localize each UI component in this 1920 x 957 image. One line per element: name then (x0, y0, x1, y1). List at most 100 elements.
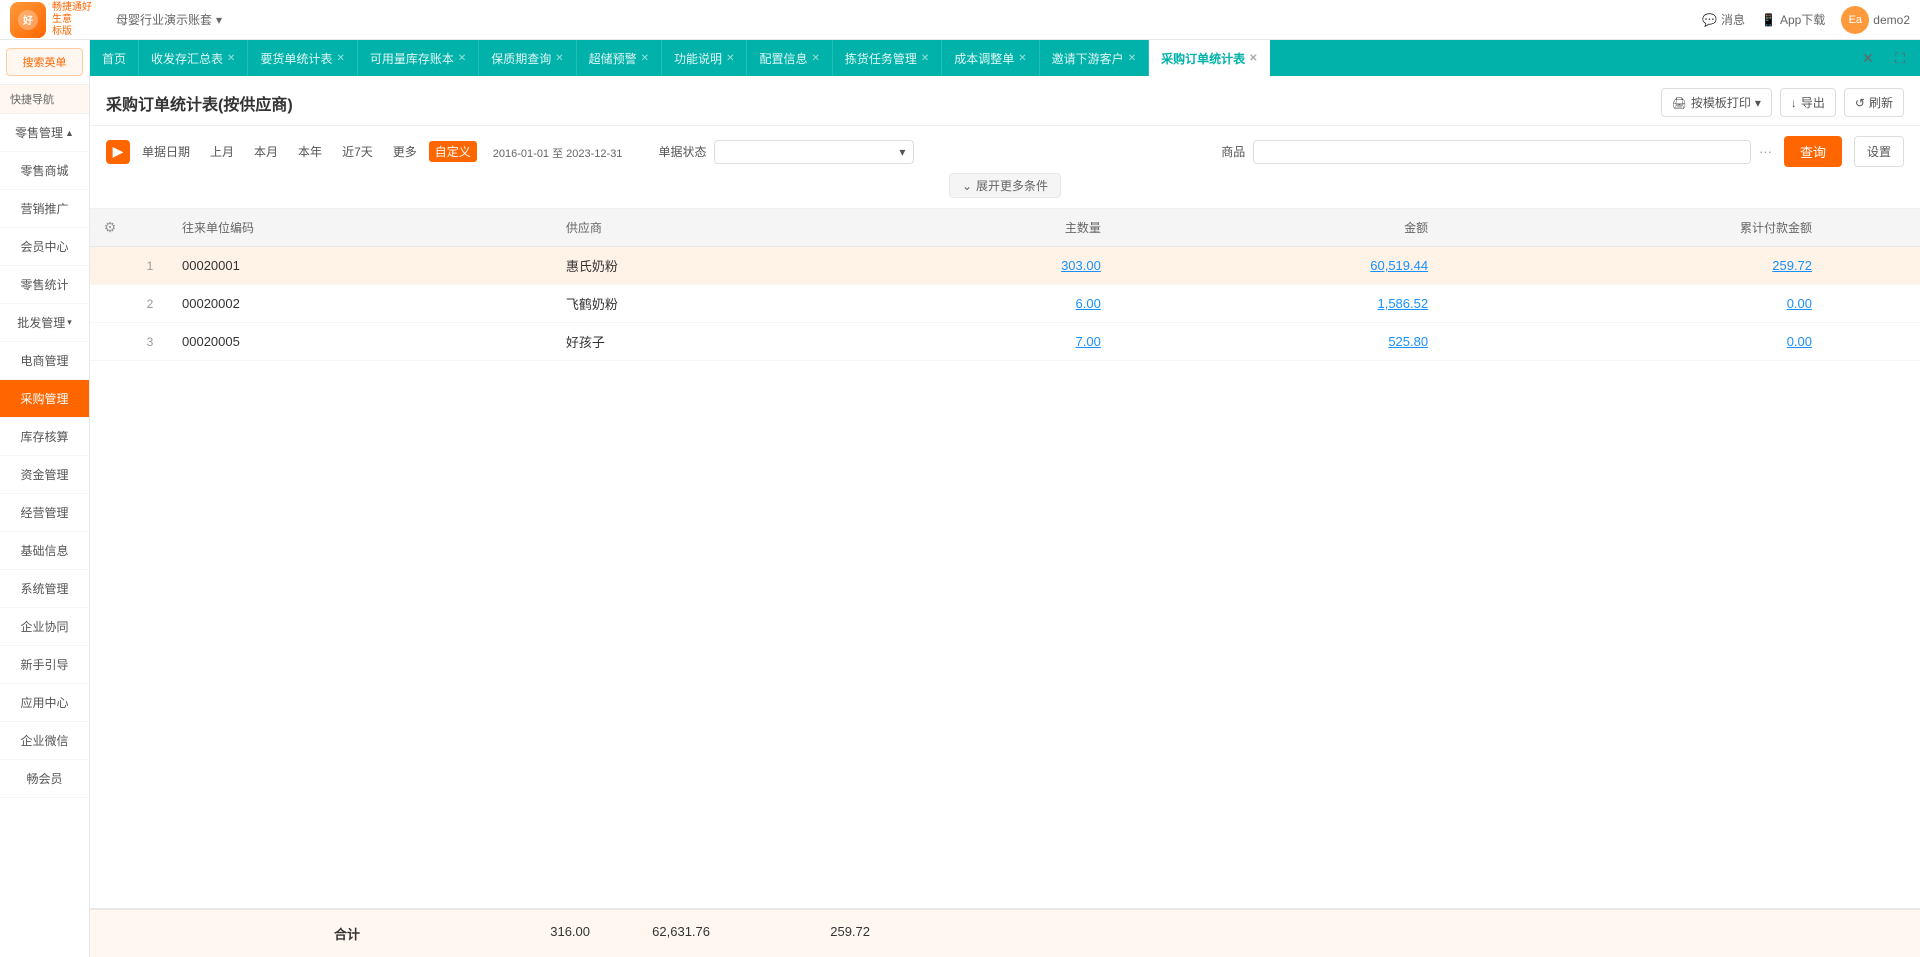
sidebar-item-retail-mall[interactable]: 零售商城 (0, 152, 89, 190)
logo-area: 好 畅捷通好生意 标版 (10, 2, 98, 38)
chevron-down-icon: ⌄ (962, 179, 972, 193)
row-index: 3 (130, 323, 170, 361)
user-profile[interactable]: Ea demo2 (1841, 6, 1910, 34)
nav-tab-overstock[interactable]: 超储预警 ✕ (577, 40, 662, 76)
app-download-button[interactable]: 📱 App下载 (1761, 11, 1825, 28)
nav-tab-home[interactable]: 首页 (90, 40, 139, 76)
sidebar-item-marketing[interactable]: 营销推广 (0, 190, 89, 228)
nav-tab-config[interactable]: 配置信息 ✕ (747, 40, 832, 76)
main-layout: 搜索英单 快捷导航 零售管理 ▲ 零售商城 营销推广 会员中心 零售统计 批发管… (0, 40, 1920, 957)
date-shortcut-more[interactable]: 更多 (385, 141, 425, 162)
avatar: Ea (1841, 6, 1869, 34)
row-paid: 0.00 (1440, 323, 1824, 361)
sidebar-item-basic-info[interactable]: 基础信息 (0, 532, 89, 570)
row-quantity: 7.00 (858, 323, 1113, 361)
nav-tab-picking[interactable]: 拣货任务管理 ✕ (833, 40, 942, 76)
nav-tab-purchase-order-stats[interactable]: 采购订单统计表 ✕ (1149, 40, 1270, 76)
page-title: 采购订单统计表(按供应商) (106, 91, 293, 115)
sidebar-item-retail-mgmt[interactable]: 零售管理 ▲ (0, 114, 89, 152)
page-actions: 🖨 按模板打印 ▾ ↓ 导出 ↺ 刷新 (1661, 88, 1904, 117)
refresh-button[interactable]: ↺ 刷新 (1844, 88, 1904, 117)
phone-icon: 📱 (1761, 13, 1776, 27)
col-header-paid: 累计付款金额 (1440, 209, 1824, 247)
nav-tab-collection[interactable]: 收发存汇总表 ✕ (139, 40, 248, 76)
expand-icon: ▲ (65, 128, 74, 138)
sidebar-item-app-center[interactable]: 应用中心 (0, 684, 89, 722)
sidebar-item-guide[interactable]: 新手引导 (0, 646, 89, 684)
message-icon: 💬 (1702, 13, 1717, 27)
expand-more-button[interactable]: ⌄ 展开更多条件 (949, 173, 1061, 198)
sidebar-item-operations[interactable]: 经营管理 (0, 494, 89, 532)
chevron-down-icon: ▾ (216, 13, 222, 27)
top-right-actions: 💬 消息 📱 App下载 Ea demo2 (1702, 6, 1910, 34)
close-tab-collection[interactable]: ✕ (227, 53, 235, 64)
date-shortcut-7days[interactable]: 近7天 (334, 141, 381, 162)
close-tab-expiry[interactable]: ✕ (555, 53, 563, 64)
page-header: 采购订单统计表(按供应商) 🖨 按模板打印 ▾ ↓ 导出 ↺ 刷新 (90, 76, 1920, 126)
goods-input[interactable] (1253, 140, 1751, 164)
close-tab-picking[interactable]: ✕ (921, 53, 929, 64)
nav-tab-cost[interactable]: 成本调整单 ✕ (942, 40, 1039, 76)
workspace-selector[interactable]: 母婴行业演示账套 ▾ (108, 7, 230, 32)
close-tab-config[interactable]: ✕ (811, 53, 819, 64)
nav-tab-function[interactable]: 功能说明 ✕ (662, 40, 747, 76)
table-container: ⚙ 往来单位编码 供应商 主数量 金额 累计付款金额 (90, 209, 1920, 908)
sidebar-item-wholesale[interactable]: 批发管理 ▾ (0, 304, 89, 342)
sidebar-item-inventory[interactable]: 库存核算 (0, 418, 89, 456)
close-tab-purchase-order-stats[interactable]: ✕ (1249, 53, 1257, 64)
sidebar-item-corp-wechat[interactable]: 企业微信 (0, 722, 89, 760)
sidebar-item-ecommerce[interactable]: 电商管理 (0, 342, 89, 380)
row-amount: 525.80 (1113, 323, 1440, 361)
workspace-name: 母婴行业演示账套 (116, 11, 212, 28)
close-all-tabs-button[interactable]: ✕ (1856, 46, 1880, 70)
search-button[interactable]: 搜索英单 (6, 48, 83, 76)
row-index: 1 (130, 247, 170, 285)
col-header-index (130, 209, 170, 247)
query-button[interactable]: 查询 (1784, 136, 1842, 167)
row-extra (1824, 323, 1920, 361)
row-code: 00020001 (170, 247, 554, 285)
filter-toggle-button[interactable]: ▶ (106, 140, 130, 164)
nav-tab-invite[interactable]: 邀请下游客户 ✕ (1040, 40, 1149, 76)
sidebar-item-purchase[interactable]: 采购管理 (0, 380, 89, 418)
nav-tab-available-inventory[interactable]: 可用量库存账本 ✕ (358, 40, 479, 76)
close-tab-purchase-stats[interactable]: ✕ (336, 53, 344, 64)
message-button[interactable]: 💬 消息 (1702, 11, 1745, 28)
date-shortcut-last-month[interactable]: 上月 (202, 141, 242, 162)
footer-amount: 62,631.76 (602, 918, 722, 949)
date-shortcut-this-month[interactable]: 本月 (246, 141, 286, 162)
quick-nav-label: 快捷导航 (0, 85, 89, 114)
row-extra (1824, 247, 1920, 285)
date-custom-button[interactable]: 自定义 (429, 141, 477, 162)
sidebar-item-retail-stats[interactable]: 零售统计 (0, 266, 89, 304)
close-tab-cost[interactable]: ✕ (1018, 53, 1026, 64)
close-tab-available-inventory[interactable]: ✕ (458, 53, 466, 64)
settings-button[interactable]: 设置 (1854, 136, 1904, 167)
expand-more-row: ⌄ 展开更多条件 (106, 173, 1904, 198)
table-footer: 合计 316.00 62,631.76 259.72 (90, 908, 1920, 957)
nav-tab-purchase-stats[interactable]: 要货单统计表 ✕ (248, 40, 357, 76)
close-tab-function[interactable]: ✕ (726, 53, 734, 64)
status-filter-label: 单据状态 (658, 143, 706, 160)
sidebar-item-system[interactable]: 系统管理 (0, 570, 89, 608)
print-button[interactable]: 🖨 按模板打印 ▾ (1661, 88, 1772, 117)
column-settings-icon[interactable]: ⚙ (104, 219, 117, 235)
close-tab-invite[interactable]: ✕ (1128, 53, 1136, 64)
maximize-button[interactable]: ⛶ (1888, 46, 1912, 70)
content-area: 首页 收发存汇总表 ✕ 要货单统计表 ✕ 可用量库存账本 ✕ 保质期查询 ✕ (90, 40, 1920, 957)
sidebar-item-finance[interactable]: 资金管理 (0, 456, 89, 494)
sidebar-item-member2[interactable]: 畅会员 (0, 760, 89, 798)
more-options-icon[interactable]: ··· (1759, 144, 1772, 159)
sidebar-item-member[interactable]: 会员中心 (0, 228, 89, 266)
col-header-extra (1824, 209, 1920, 247)
close-tab-overstock[interactable]: ✕ (641, 53, 649, 64)
status-select[interactable]: ▾ (714, 140, 914, 164)
date-filter-label: 单据日期 (142, 143, 190, 160)
nav-tab-expiry[interactable]: 保质期查询 ✕ (479, 40, 576, 76)
sidebar-item-enterprise[interactable]: 企业协同 (0, 608, 89, 646)
chevron-down-icon: ▾ (1755, 96, 1761, 110)
date-shortcut-this-year[interactable]: 本年 (290, 141, 330, 162)
data-table: ⚙ 往来单位编码 供应商 主数量 金额 累计付款金额 (90, 209, 1920, 361)
row-supplier: 飞鹤奶粉 (554, 285, 858, 323)
export-button[interactable]: ↓ 导出 (1780, 88, 1836, 117)
